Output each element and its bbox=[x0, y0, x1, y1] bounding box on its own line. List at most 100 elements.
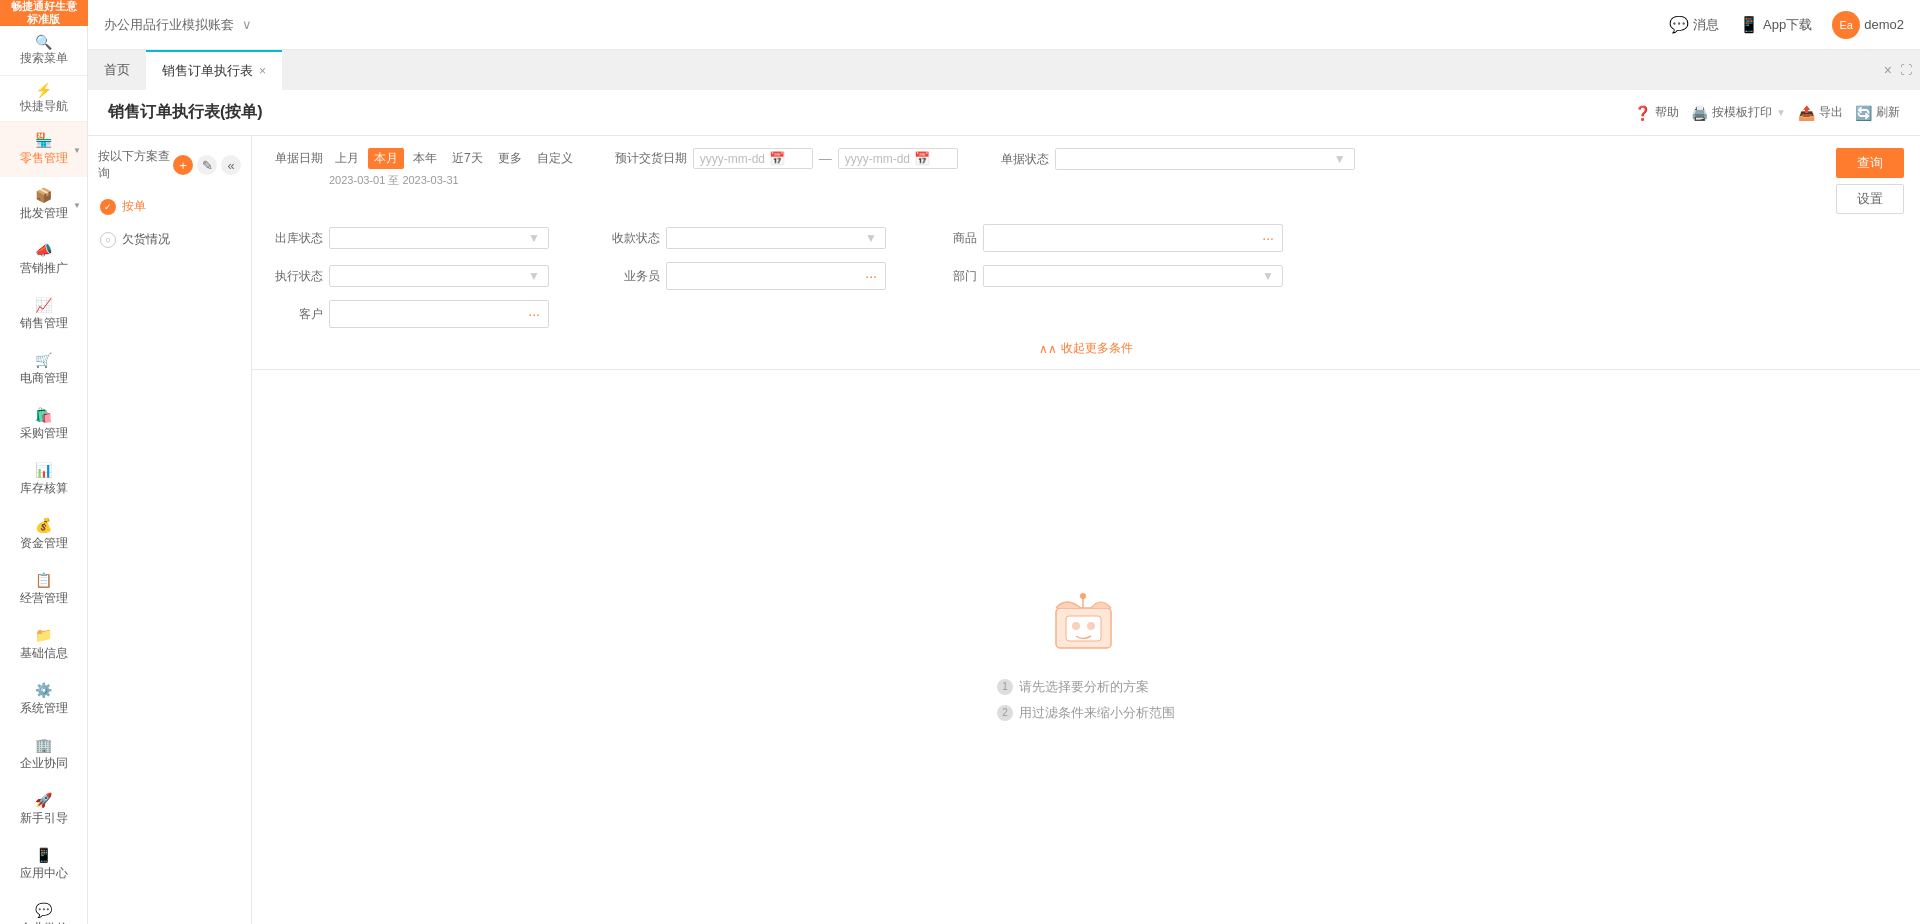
hint-num-2: 2 bbox=[997, 705, 1013, 721]
sidebar-item-ecommerce[interactable]: 🛒 电商管理 bbox=[0, 342, 87, 397]
sidebar-item-wechat[interactable]: 💬 企业微信 bbox=[0, 892, 87, 924]
exec-status-select[interactable]: ▼ bbox=[329, 265, 549, 287]
date-btn-custom[interactable]: 自定义 bbox=[531, 148, 579, 169]
sidebar-item-onboarding[interactable]: 🚀 新手引导 bbox=[0, 782, 87, 837]
date-btn-this-month[interactable]: 本月 bbox=[368, 148, 404, 169]
product-dots-icon: ··· bbox=[1262, 230, 1274, 246]
sidebar-quick-nav[interactable]: ⚡ 快捷导航 bbox=[0, 76, 87, 122]
help-icon: ❓ bbox=[1634, 105, 1651, 121]
collapse-btn[interactable]: ∧∧ 收起更多条件 bbox=[1039, 340, 1133, 357]
customer-input[interactable]: ··· bbox=[329, 300, 549, 328]
expected-date-label: 预计交货日期 bbox=[615, 150, 687, 167]
sidebar-item-inventory[interactable]: 📊 库存核算 bbox=[0, 452, 87, 507]
topbar: 办公用品行业模拟账套 ∨ 💬 消息 📱 App下载 Ea demo2 bbox=[88, 0, 1920, 50]
help-btn[interactable]: ❓ 帮助 bbox=[1634, 104, 1679, 121]
product-label: 商品 bbox=[942, 230, 977, 247]
settings-btn[interactable]: 设置 bbox=[1836, 184, 1904, 214]
delivery-status-select[interactable]: ▼ bbox=[329, 227, 549, 249]
print-icon: 🖨️ bbox=[1691, 105, 1708, 121]
date-dash: — bbox=[819, 151, 832, 166]
filter-panel-header: 按以下方案查询 + ✎ « bbox=[88, 148, 251, 190]
user-menu[interactable]: Ea demo2 bbox=[1832, 11, 1904, 39]
date-btn-more[interactable]: 更多 bbox=[492, 148, 528, 169]
message-btn[interactable]: 💬 消息 bbox=[1669, 15, 1719, 34]
sidebar-item-sales[interactable]: 📈 销售管理 bbox=[0, 287, 87, 342]
empty-text-list: 1 请先选择要分析的方案 2 用过滤条件来缩小分析范围 bbox=[997, 674, 1175, 726]
filter-item-icon-order: ✓ bbox=[100, 199, 116, 215]
exec-status-label: 执行状态 bbox=[268, 268, 323, 285]
tab-home[interactable]: 首页 bbox=[88, 50, 146, 90]
filter-item-icon-arrears: ○ bbox=[100, 232, 116, 248]
empty-state: 1 请先选择要分析的方案 2 用过滤条件来缩小分析范围 bbox=[252, 370, 1920, 924]
collection-status-arrow-icon: ▼ bbox=[865, 231, 877, 245]
app-logo-text: 畅捷通好生意 标准版 bbox=[11, 0, 77, 26]
svg-rect-1 bbox=[1066, 616, 1101, 641]
collapse-chevron-icon: ∧∧ bbox=[1039, 342, 1057, 356]
sidebar-item-retail[interactable]: 🏪 零售管理 bbox=[0, 122, 87, 177]
export-btn[interactable]: 📤 导出 bbox=[1798, 104, 1843, 121]
product-input[interactable]: ··· bbox=[983, 224, 1283, 252]
sidebar-item-purchase[interactable]: 🛍️ 采购管理 bbox=[0, 397, 87, 452]
topbar-right: 💬 消息 📱 App下载 Ea demo2 bbox=[1669, 11, 1904, 39]
sidebar-search[interactable]: 🔍 搜索菜单 bbox=[0, 26, 87, 76]
sidebar-item-marketing[interactable]: 📣 营销推广 bbox=[0, 232, 87, 287]
app-download-btn[interactable]: 📱 App下载 bbox=[1739, 15, 1812, 34]
svg-point-5 bbox=[1080, 593, 1086, 599]
message-icon: 💬 bbox=[1669, 15, 1689, 34]
date-range-text: 2023-03-01 至 2023-03-31 bbox=[329, 173, 459, 188]
expected-date-start[interactable]: yyyy-mm-dd 📅 bbox=[693, 148, 813, 169]
print-arrow-icon: ▼ bbox=[1776, 107, 1786, 118]
status-select[interactable]: ▼ bbox=[1055, 148, 1355, 170]
sidebar-item-wholesale[interactable]: 📦 批发管理 bbox=[0, 177, 87, 232]
collection-status-select[interactable]: ▼ bbox=[666, 227, 886, 249]
refresh-icon: 🔄 bbox=[1855, 105, 1872, 121]
sidebar-item-apps[interactable]: 📱 应用中心 bbox=[0, 837, 87, 892]
date-btn-7days[interactable]: 近7天 bbox=[446, 148, 489, 169]
print-btn[interactable]: 🖨️ 按模板打印 ▼ bbox=[1691, 104, 1786, 121]
empty-illustration bbox=[1036, 568, 1136, 658]
dept-arrow-icon: ▼ bbox=[1262, 269, 1274, 283]
expected-date-end[interactable]: yyyy-mm-dd 📅 bbox=[838, 148, 958, 169]
window-close-btn[interactable]: × bbox=[1884, 62, 1892, 78]
user-avatar: Ea bbox=[1832, 11, 1860, 39]
search-area: 单据日期 上月 本月 本年 近7天 更多 自定义 bbox=[252, 136, 1920, 370]
sidebar-item-enterprise[interactable]: 🏢 企业协同 bbox=[0, 727, 87, 782]
app-download-icon: 📱 bbox=[1739, 15, 1759, 34]
filter-edit-btn[interactable]: ✎ bbox=[197, 155, 217, 175]
breadcrumb-arrow[interactable]: ∨ bbox=[242, 17, 252, 32]
window-max-btn[interactable]: ⛶ bbox=[1900, 63, 1912, 77]
sidebar-item-operations[interactable]: 📋 经营管理 bbox=[0, 562, 87, 617]
empty-hint-2: 2 用过滤条件来缩小分析范围 bbox=[997, 700, 1175, 726]
breadcrumb: 办公用品行业模拟账套 bbox=[104, 16, 234, 34]
tab-window-controls: × ⛶ bbox=[1884, 62, 1920, 78]
calendar-start-icon: 📅 bbox=[769, 151, 785, 166]
page-header-actions: ❓ 帮助 🖨️ 按模板打印 ▼ 📤 导出 🔄 刷新 bbox=[1634, 104, 1900, 133]
filter-panel: 按以下方案查询 + ✎ « ✓ bbox=[88, 136, 252, 924]
date-btn-this-year[interactable]: 本年 bbox=[407, 148, 443, 169]
main-right: 单据日期 上月 本月 本年 近7天 更多 自定义 bbox=[252, 136, 1920, 924]
sidebar-item-system[interactable]: ⚙️ 系统管理 bbox=[0, 672, 87, 727]
filter-add-btn[interactable]: + bbox=[173, 155, 193, 175]
customer-dots-icon: ··· bbox=[528, 306, 540, 322]
tab-close-btn[interactable]: × bbox=[259, 64, 266, 78]
dept-label: 部门 bbox=[942, 268, 977, 285]
exec-status-arrow-icon: ▼ bbox=[528, 269, 540, 283]
filter-item-arrears[interactable]: ○ 欠货情况 bbox=[88, 223, 251, 256]
sidebar-item-finance[interactable]: 💰 资金管理 bbox=[0, 507, 87, 562]
calendar-end-icon: 📅 bbox=[914, 151, 930, 166]
salesperson-input[interactable]: ··· bbox=[666, 262, 886, 290]
tab-sales-order[interactable]: 销售订单执行表 × bbox=[146, 50, 282, 90]
date-btn-last-month[interactable]: 上月 bbox=[329, 148, 365, 169]
hint-num-1: 1 bbox=[997, 679, 1013, 695]
app-logo: 畅捷通好生意 标准版 bbox=[0, 0, 88, 26]
delivery-status-label: 出库状态 bbox=[268, 230, 323, 247]
dept-select[interactable]: ▼ bbox=[983, 265, 1283, 287]
customer-label: 客户 bbox=[268, 306, 323, 323]
sidebar-item-basic-info[interactable]: 📁 基础信息 bbox=[0, 617, 87, 672]
query-btn[interactable]: 查询 bbox=[1836, 148, 1904, 178]
filter-collapse-btn[interactable]: « bbox=[221, 155, 241, 175]
filter-item-by-order[interactable]: ✓ 按单 bbox=[88, 190, 251, 223]
page-content: 销售订单执行表(按单) ❓ 帮助 🖨️ 按模板打印 ▼ 📤 导出 🔄 刷新 bbox=[88, 90, 1920, 924]
status-label: 单据状态 bbox=[994, 151, 1049, 168]
refresh-btn[interactable]: 🔄 刷新 bbox=[1855, 104, 1900, 121]
